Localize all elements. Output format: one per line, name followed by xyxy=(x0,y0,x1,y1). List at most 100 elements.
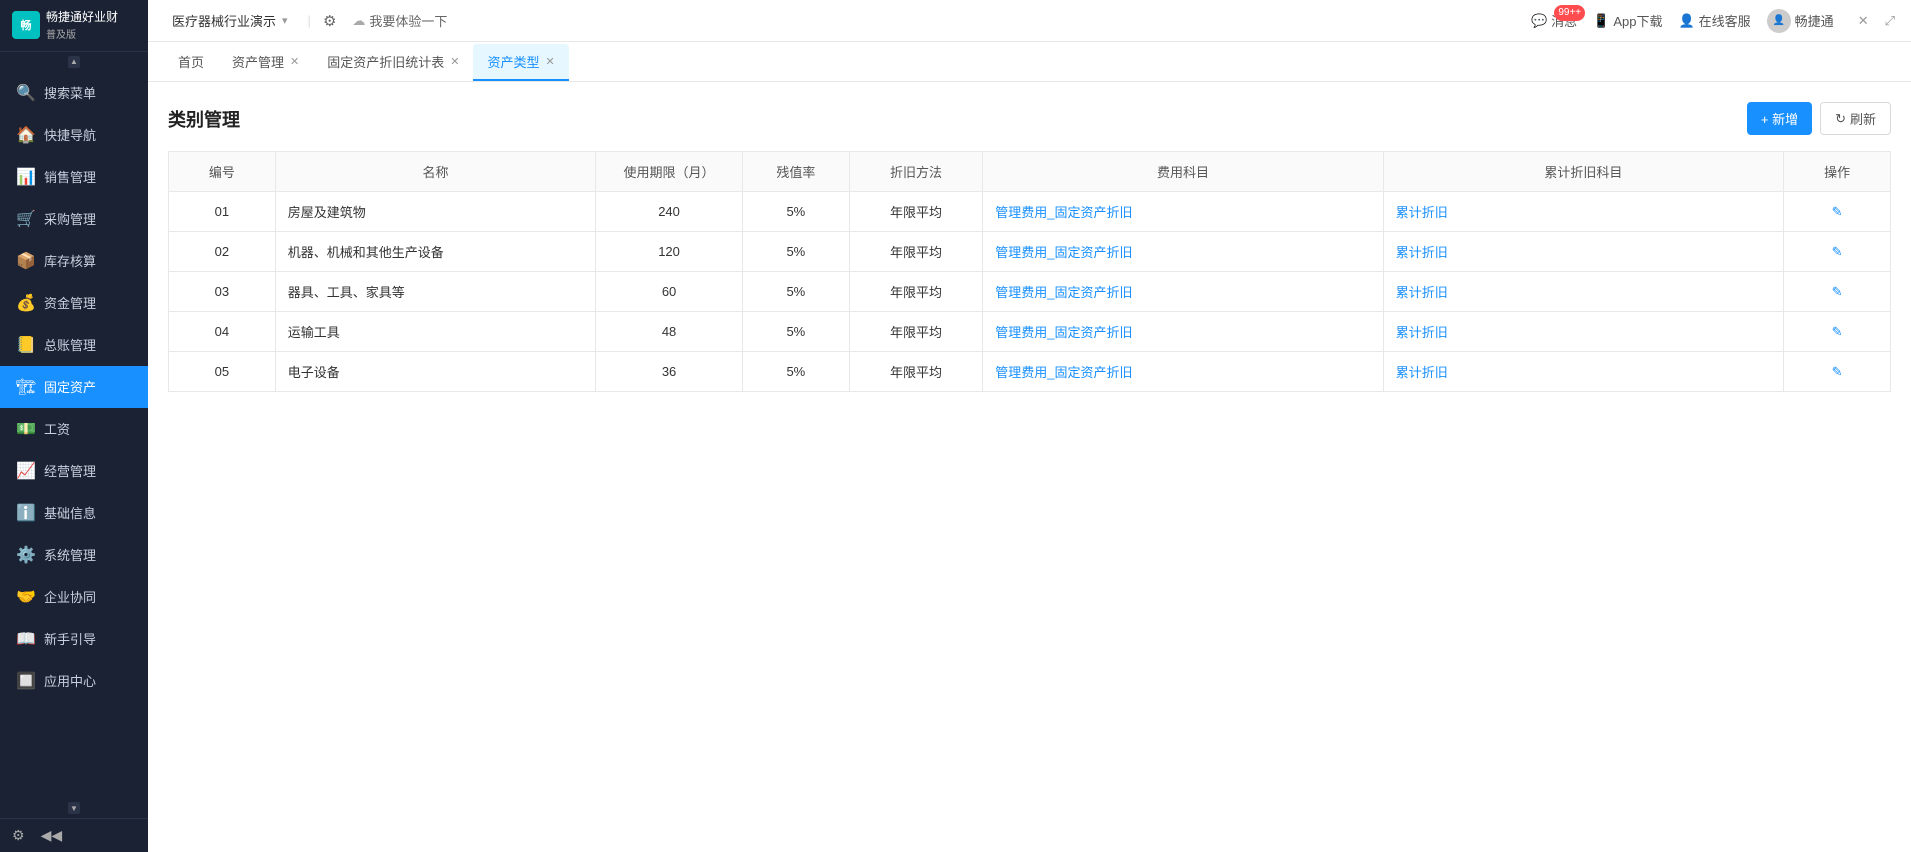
cell-action[interactable]: ✎ xyxy=(1784,232,1891,272)
sidebar-item-sales[interactable]: 📊 销售管理 xyxy=(0,156,148,198)
sidebar-item-guide[interactable]: 📖 新手引导 xyxy=(0,618,148,660)
search-icon: 🔍 xyxy=(16,83,36,103)
message-badge: 99+ xyxy=(1554,5,1585,21)
user-item[interactable]: 👤 畅捷通 xyxy=(1767,9,1834,33)
cell-expense: 管理费用_固定资产折旧 xyxy=(983,192,1383,232)
basic-info-icon: ℹ️ xyxy=(16,503,36,523)
tab-depreciation-table[interactable]: 固定资产折旧统计表 ✕ xyxy=(313,44,473,81)
cell-action[interactable]: ✎ xyxy=(1784,352,1891,392)
sidebar-item-label: 企业协同 xyxy=(44,587,96,606)
cell-period: 240 xyxy=(596,192,743,232)
refresh-button[interactable]: ↻ 刷新 xyxy=(1820,102,1891,135)
guide-icon: 📖 xyxy=(16,629,36,649)
sidebar-item-label: 资金管理 xyxy=(44,293,96,312)
edit-icon[interactable]: ✎ xyxy=(1832,244,1843,259)
refresh-icon: ↻ xyxy=(1835,111,1846,127)
sidebar-item-funds[interactable]: 💰 资金管理 xyxy=(0,282,148,324)
cell-id: 04 xyxy=(169,312,276,352)
app-download-label: App下载 xyxy=(1613,11,1662,30)
sidebar-item-purchase[interactable]: 🛒 采购管理 xyxy=(0,198,148,240)
cell-action[interactable]: ✎ xyxy=(1784,192,1891,232)
enterprise-icon: 🤝 xyxy=(16,587,36,607)
cell-id: 02 xyxy=(169,232,276,272)
dropdown-arrow-icon: ▾ xyxy=(282,14,288,27)
app-name: 医疗器械行业演示 xyxy=(172,11,276,30)
messages-item[interactable]: 💬 消息 99+ xyxy=(1531,11,1577,30)
app-selector[interactable]: 医疗器械行业演示 ▾ xyxy=(164,7,296,34)
cell-accumulated: 累计折旧 xyxy=(1383,272,1783,312)
sidebar-item-search[interactable]: 🔍 搜索菜单 xyxy=(0,72,148,114)
table-body: 01 房屋及建筑物 240 5% 年限平均 管理费用_固定资产折旧 累计折旧 ✎… xyxy=(169,192,1891,392)
edit-icon[interactable]: ✎ xyxy=(1832,284,1843,299)
col-accumulated: 累计折旧科目 xyxy=(1383,152,1783,192)
sidebar-item-operations[interactable]: 📈 经营管理 xyxy=(0,450,148,492)
sidebar-item-enterprise[interactable]: 🤝 企业协同 xyxy=(0,576,148,618)
logo-tag: 普及版 xyxy=(46,26,118,41)
experience-button[interactable]: ☁ 我要体验一下 xyxy=(352,11,447,30)
salary-icon: 💵 xyxy=(16,419,36,439)
tab-depreciation-close[interactable]: ✕ xyxy=(450,55,459,68)
sidebar-item-label: 基础信息 xyxy=(44,503,96,522)
new-button[interactable]: + 新增 xyxy=(1747,102,1812,135)
tab-asset-type[interactable]: 资产类型 ✕ xyxy=(473,44,568,81)
tab-asset-management[interactable]: 资产管理 ✕ xyxy=(218,44,313,81)
sidebar-item-system[interactable]: ⚙️ 系统管理 xyxy=(0,534,148,576)
expand-panel-icon[interactable]: ⤢ xyxy=(1885,13,1895,29)
close-panel-icon[interactable]: ✕ xyxy=(1858,13,1869,29)
cell-name: 运输工具 xyxy=(275,312,595,352)
sidebar-scroll-up[interactable]: ▲ xyxy=(68,56,80,68)
col-period: 使用期限（月） xyxy=(596,152,743,192)
settings-footer-icon[interactable]: ⚙ xyxy=(12,827,25,844)
service-icon: 👤 xyxy=(1678,13,1694,29)
app-download-item[interactable]: 📱 App下载 xyxy=(1593,11,1662,30)
sidebar-item-label: 总账管理 xyxy=(44,335,96,354)
cell-name: 机器、机械和其他生产设备 xyxy=(275,232,595,272)
tab-asset-type-close[interactable]: ✕ xyxy=(546,55,555,68)
tab-bar: 首页 资产管理 ✕ 固定资产折旧统计表 ✕ 资产类型 ✕ xyxy=(148,42,1911,82)
online-service-label: 在线客服 xyxy=(1699,11,1751,30)
tab-asset-management-close[interactable]: ✕ xyxy=(290,55,299,68)
table-row: 03 器具、工具、家具等 60 5% 年限平均 管理费用_固定资产折旧 累计折旧… xyxy=(169,272,1891,312)
sidebar-nav: 🔍 搜索菜单 🏠 快捷导航 📊 销售管理 🛒 采购管理 📦 库存核算 💰 资金管… xyxy=(0,72,148,798)
experience-text: 我要体验一下 xyxy=(369,11,447,30)
sidebar-item-label: 库存核算 xyxy=(44,251,96,270)
sidebar-item-ledger[interactable]: 📒 总账管理 xyxy=(0,324,148,366)
tab-home[interactable]: 首页 xyxy=(164,44,218,81)
edit-icon[interactable]: ✎ xyxy=(1832,204,1843,219)
online-service-item[interactable]: 👤 在线客服 xyxy=(1678,11,1750,30)
table-row: 02 机器、机械和其他生产设备 120 5% 年限平均 管理费用_固定资产折旧 … xyxy=(169,232,1891,272)
sidebar-item-label: 搜索菜单 xyxy=(44,83,96,102)
sidebar: 畅 畅捷通好业财 普及版 ▲ 🔍 搜索菜单 🏠 快捷导航 📊 销售管理 🛒 采购… xyxy=(0,0,148,852)
sidebar-item-app-center[interactable]: 🔲 应用中心 xyxy=(0,660,148,702)
col-name: 名称 xyxy=(275,152,595,192)
fixed-assets-icon: 🏗 xyxy=(16,377,36,397)
sidebar-item-label: 工资 xyxy=(44,419,70,438)
sidebar-item-basic-info[interactable]: ℹ️ 基础信息 xyxy=(0,492,148,534)
sidebar-item-inventory[interactable]: 📦 库存核算 xyxy=(0,240,148,282)
cell-action[interactable]: ✎ xyxy=(1784,312,1891,352)
cloud-icon: ☁ xyxy=(352,13,365,29)
page-header: 类别管理 + 新增 ↻ 刷新 xyxy=(168,102,1891,135)
sidebar-item-quick-nav[interactable]: 🏠 快捷导航 xyxy=(0,114,148,156)
collapse-sidebar-button[interactable]: ◀◀ xyxy=(41,827,63,844)
cell-method: 年限平均 xyxy=(849,312,982,352)
page-content: 类别管理 + 新增 ↻ 刷新 编号 名称 使用期限（月） 残值率 折旧方法 费用… xyxy=(148,82,1911,852)
cell-name: 电子设备 xyxy=(275,352,595,392)
sidebar-item-fixed-assets[interactable]: 🏗 固定资产 xyxy=(0,366,148,408)
sidebar-item-label: 经营管理 xyxy=(44,461,96,480)
table-row: 01 房屋及建筑物 240 5% 年限平均 管理费用_固定资产折旧 累计折旧 ✎ xyxy=(169,192,1891,232)
sidebar-item-salary[interactable]: 💵 工资 xyxy=(0,408,148,450)
cell-method: 年限平均 xyxy=(849,352,982,392)
user-label: 畅捷通 xyxy=(1795,11,1834,30)
col-expense: 费用科目 xyxy=(983,152,1383,192)
edit-icon[interactable]: ✎ xyxy=(1832,364,1843,379)
edit-icon[interactable]: ✎ xyxy=(1832,324,1843,339)
cell-action[interactable]: ✎ xyxy=(1784,272,1891,312)
cell-period: 36 xyxy=(596,352,743,392)
cell-accumulated: 累计折旧 xyxy=(1383,312,1783,352)
sidebar-scroll-down[interactable]: ▼ xyxy=(68,802,80,814)
logo-icon: 畅 xyxy=(12,11,40,39)
settings-gear-icon[interactable]: ⚙ xyxy=(323,12,336,30)
cell-residual: 5% xyxy=(742,312,849,352)
page-title: 类别管理 xyxy=(168,106,240,132)
